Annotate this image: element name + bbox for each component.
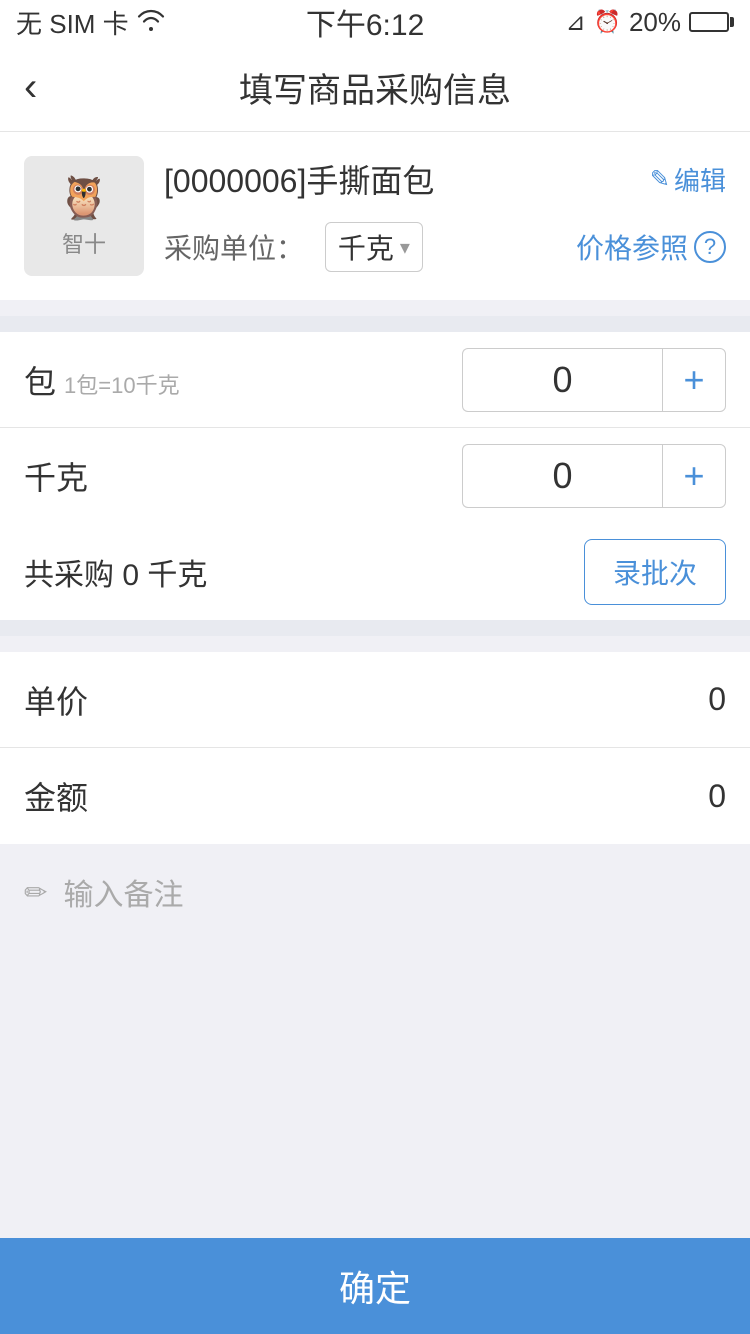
bao-input-controls: + xyxy=(184,348,726,412)
back-button[interactable]: ‹ xyxy=(24,65,37,110)
summary-row: 共采购 0 千克 录批次 xyxy=(0,524,750,620)
help-icon: ? xyxy=(694,231,726,263)
summary-text: 共采购 0 千克 xyxy=(24,550,207,594)
battery-percentage: 20% xyxy=(629,7,681,38)
unit-label: 采购单位： xyxy=(164,233,304,264)
edit-label: 编辑 xyxy=(674,161,726,198)
bao-label: 包1包=10千克 xyxy=(24,357,184,403)
unit-price-row: 单价 0 xyxy=(0,652,750,748)
amount-row: 金额 0 xyxy=(0,748,750,844)
bao-quantity-input[interactable] xyxy=(462,348,662,412)
kg-input-row: 千克 + xyxy=(0,428,750,524)
kg-plus-button[interactable]: + xyxy=(662,444,726,508)
kg-input-controls: + xyxy=(184,444,726,508)
pencil-icon: ✏ xyxy=(24,876,47,909)
product-image-owl: 🦉 xyxy=(58,174,110,223)
status-left: 无 SIM 卡 xyxy=(16,4,165,41)
bao-plus-button[interactable]: + xyxy=(662,348,726,412)
alarm-icon: ⏰ xyxy=(594,9,621,35)
status-bar: 无 SIM 卡 下午6:12 ⊿ ⏰ 20% xyxy=(0,0,750,44)
unit-selector-area: 采购单位： 千克 ▾ xyxy=(164,222,423,272)
price-section: 单价 0 金额 0 xyxy=(0,652,750,844)
amount-value: 0 xyxy=(708,778,726,815)
kg-quantity-input[interactable] xyxy=(462,444,662,508)
price-ref-label: 价格参照 xyxy=(576,227,688,267)
confirm-button[interactable]: 确定 xyxy=(0,1238,750,1334)
edit-icon: ✎ xyxy=(650,165,670,194)
record-batch-button[interactable]: 录批次 xyxy=(584,539,726,605)
sim-label: 无 SIM 卡 xyxy=(16,4,129,41)
edit-button[interactable]: ✎ 编辑 xyxy=(650,161,726,198)
price-reference-button[interactable]: 价格参照 ? xyxy=(576,227,726,267)
input-section: 包1包=10千克 + 千克 + xyxy=(0,332,750,524)
battery-icon xyxy=(689,12,734,32)
amount-label: 金额 xyxy=(24,773,88,819)
product-image: 🦉 智十 xyxy=(24,156,144,276)
unit-value: 千克 xyxy=(338,227,394,267)
unit-select[interactable]: 千克 ▾ xyxy=(325,222,423,272)
section-divider-2 xyxy=(0,620,750,636)
product-unit-row: 采购单位： 千克 ▾ 价格参照 ? xyxy=(164,222,726,272)
page-title: 填写商品采购信息 xyxy=(239,63,511,112)
kg-label: 千克 xyxy=(24,453,184,499)
bottom-spacer xyxy=(0,940,750,1140)
bao-sub-label: 1包=10千克 xyxy=(64,373,180,398)
page-header: ‹ 填写商品采购信息 xyxy=(0,44,750,132)
location-icon: ⊿ xyxy=(565,8,585,37)
product-full-name: [0000006]手撕面包 xyxy=(164,156,434,202)
unit-price-label: 单价 xyxy=(24,677,88,723)
notes-placeholder: 输入备注 xyxy=(63,870,183,914)
bao-input-row: 包1包=10千克 + xyxy=(0,332,750,428)
product-name-row: [0000006]手撕面包 ✎ 编辑 xyxy=(164,156,726,202)
unit-price-value: 0 xyxy=(708,681,726,718)
chevron-down-icon: ▾ xyxy=(400,235,410,260)
notes-section[interactable]: ✏ 输入备注 xyxy=(0,844,750,940)
product-card: 🦉 智十 [0000006]手撕面包 ✎ 编辑 采购单位： 千克 ▾ 价格参照 … xyxy=(0,132,750,300)
status-right: ⊿ ⏰ 20% xyxy=(565,7,734,38)
product-image-label: 智十 xyxy=(62,227,106,259)
status-time: 下午6:12 xyxy=(306,0,424,44)
product-info: [0000006]手撕面包 ✎ 编辑 采购单位： 千克 ▾ 价格参照 ? xyxy=(164,156,726,272)
confirm-button-label: 确定 xyxy=(339,1260,411,1312)
wifi-icon xyxy=(137,7,165,38)
section-divider-1 xyxy=(0,316,750,332)
